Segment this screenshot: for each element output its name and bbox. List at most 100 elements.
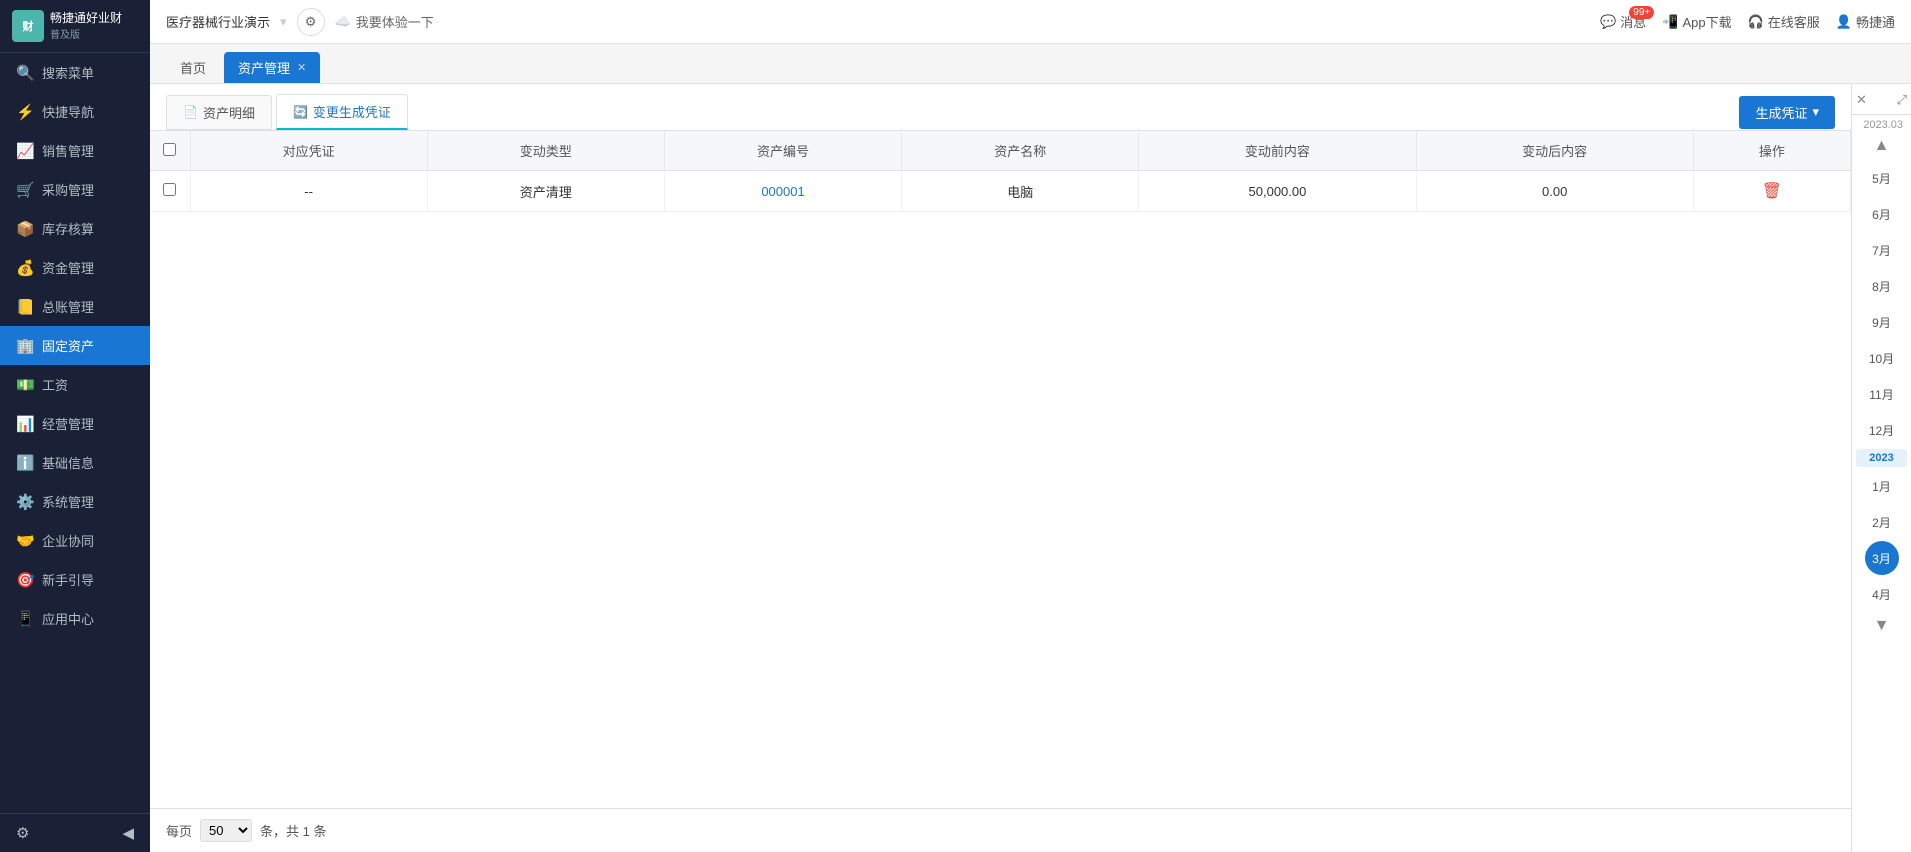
user-icon: 👤 [1836,14,1852,30]
calendar-month-2023-3[interactable]: 3月 [1865,541,1899,575]
header-change-type: 变动类型 [427,131,664,171]
sidebar-nav: 🔍 搜索菜单 ⚡ 快捷导航 📈 销售管理 🛒 采购管理 📦 库存核算 💰 资金管… [0,53,150,813]
sidebar-item-ledger[interactable]: 📒 总账管理 [0,287,150,326]
row-checkbox-cell [150,171,190,212]
sidebar-item-label: 工资 [42,375,68,394]
calendar-month-2023-4[interactable]: 4月 [1865,577,1899,611]
sidebar-item-app-center[interactable]: 📱 应用中心 [0,599,150,638]
calendar-month-8[interactable]: 8月 [1865,269,1899,303]
row-asset-name: 电脑 [902,171,1139,212]
right-panel-header: ✕ ⤢ [1852,92,1911,115]
customer-service-button[interactable]: 🎧 在线客服 [1748,12,1820,31]
sidebar-item-label: 应用中心 [42,609,94,628]
row-change-type: 资产清理 [427,171,664,212]
sidebar-item-label: 销售管理 [42,141,94,160]
sidebar-item-purchase[interactable]: 🛒 采购管理 [0,170,150,209]
sidebar-bottom: ⚙ ◀ [0,813,150,852]
sidebar-item-system[interactable]: ⚙️ 系统管理 [0,482,150,521]
topbar-right: 💬 消息 99+ 📲 App下载 🎧 在线客服 👤 畅捷通 [1600,12,1895,31]
tab-close-icon[interactable]: ✕ [297,61,306,74]
right-panel-close-button[interactable]: ✕ [1856,92,1867,108]
app-download-label: App下载 [1682,12,1731,31]
collapse-icon[interactable]: ◀ [122,824,134,842]
sidebar-item-label: 企业协同 [42,531,94,550]
quick-nav-icon: ⚡ [16,103,34,121]
settings-icon[interactable]: ⚙ [16,824,29,842]
per-page-select[interactable]: 10 20 50 100 [200,819,252,842]
calendar-month-5[interactable]: 5月 [1865,161,1899,195]
logo-title: 畅捷通好业财 [50,11,122,27]
calendar-month-12[interactable]: 12月 [1865,413,1899,447]
row-checkbox[interactable] [163,183,176,196]
calendar-month-2023-2[interactable]: 2月 [1865,505,1899,539]
calendar-up-nav[interactable]: ▲ [1852,133,1911,159]
experience-label: 我要体验一下 [356,12,434,31]
inner-tab-change-voucher[interactable]: 🔄 变更生成凭证 [276,94,408,130]
sidebar-item-guide[interactable]: 🎯 新手引导 [0,560,150,599]
generate-voucher-dropdown-icon: ▾ [1812,104,1819,120]
total-count-text: 条，共 1 条 [260,821,326,840]
sidebar-item-payroll[interactable]: 💵 工资 [0,365,150,404]
sidebar-item-coop[interactable]: 🤝 企业协同 [0,521,150,560]
right-panel-expand-button[interactable]: ⤢ [1897,92,1907,108]
tab-home[interactable]: 首页 [166,52,220,83]
app-center-icon: 📱 [16,610,34,628]
calendar-items: 2023.03 ▲ 5月 6月 7月 8月 9月 10月 11月 12月 202… [1852,115,1911,844]
sidebar-item-search[interactable]: 🔍 搜索菜单 [0,53,150,92]
logo: 财 畅捷通好业财 普及版 [0,0,150,53]
sidebar-item-label: 库存核算 [42,219,94,238]
guide-icon: 🎯 [16,571,34,589]
row-action: 🗑 [1693,171,1850,212]
header-before-change: 变动前内容 [1139,131,1416,171]
inner-tab-asset-detail[interactable]: 📄 资产明细 [166,95,272,130]
logo-subtitle: 普及版 [50,26,122,41]
right-panel: ✕ ⤢ 2023.03 ▲ 5月 6月 7月 8月 9月 10月 11月 12月… [1851,84,1911,852]
sidebar-item-sales[interactable]: 📈 销售管理 [0,131,150,170]
calendar-month-11[interactable]: 11月 [1865,377,1899,411]
setting-icon-button[interactable]: ⚙ [297,8,325,36]
cloud-icon: ☁️ [335,14,351,30]
sidebar-item-operations[interactable]: 📊 经营管理 [0,404,150,443]
sidebar-item-label: 总账管理 [42,297,94,316]
app-download-button[interactable]: 📲 App下载 [1662,12,1731,31]
delete-icon[interactable]: 🗑 [1762,183,1782,200]
row-asset-code: 000001 [664,171,901,212]
generate-voucher-label: 生成凭证 [1755,103,1807,122]
sidebar-item-label: 搜索菜单 [42,63,94,82]
sidebar-item-fixed-assets[interactable]: 🏢 固定资产 [0,326,150,365]
sidebar-item-inventory[interactable]: 📦 库存核算 [0,209,150,248]
asset-table: 对应凭证 变动类型 资产编号 资产名称 变动前内容 变动后内容 操作 [150,131,1851,212]
experience-button[interactable]: ☁️ 我要体验一下 [335,12,434,31]
topbar: 医疗器械行业演示 ▾ ⚙ ☁️ 我要体验一下 💬 消息 99+ 📲 App下载 … [150,0,1911,44]
sidebar-item-finance[interactable]: 💰 资金管理 [0,248,150,287]
calendar-month-2023-1[interactable]: 1月 [1865,469,1899,503]
message-button[interactable]: 💬 消息 99+ [1600,12,1646,31]
topbar-title: 医疗器械行业演示 [166,12,270,31]
main-area: 医疗器械行业演示 ▾ ⚙ ☁️ 我要体验一下 💬 消息 99+ 📲 App下载 … [150,0,1911,852]
calendar-month-7[interactable]: 7月 [1865,233,1899,267]
fixed-assets-icon: 🏢 [16,337,34,355]
sidebar-item-quick-nav[interactable]: ⚡ 快捷导航 [0,92,150,131]
calendar-down-nav[interactable]: ▼ [1852,613,1911,639]
user-button[interactable]: 👤 畅捷通 [1836,12,1895,31]
table-row: -- 资产清理 000001 电脑 50,000.00 0.00 🗑 [150,171,1851,212]
sidebar-item-basic-info[interactable]: ℹ️ 基础信息 [0,443,150,482]
sidebar-item-label: 采购管理 [42,180,94,199]
sidebar-item-label: 基础信息 [42,453,94,472]
calendar-prev-year-label: 2023.03 [1852,115,1911,133]
header-checkbox[interactable] [163,143,176,156]
header-asset-name: 资产名称 [902,131,1139,171]
row-voucher: -- [190,171,427,212]
message-icon: 💬 [1600,14,1616,30]
header-asset-code: 资产编号 [664,131,901,171]
tabbar: 首页 资产管理 ✕ [150,44,1911,84]
header-checkbox-cell [150,131,190,171]
generate-voucher-button[interactable]: 生成凭证 ▾ [1739,96,1835,129]
purchase-icon: 🛒 [16,181,34,199]
calendar-month-9[interactable]: 9月 [1865,305,1899,339]
calendar-month-6[interactable]: 6月 [1865,197,1899,231]
tab-home-label: 首页 [180,58,206,77]
calendar-month-10[interactable]: 10月 [1865,341,1899,375]
tab-asset-mgmt[interactable]: 资产管理 ✕ [224,52,320,83]
customer-service-icon: 🎧 [1748,14,1764,30]
